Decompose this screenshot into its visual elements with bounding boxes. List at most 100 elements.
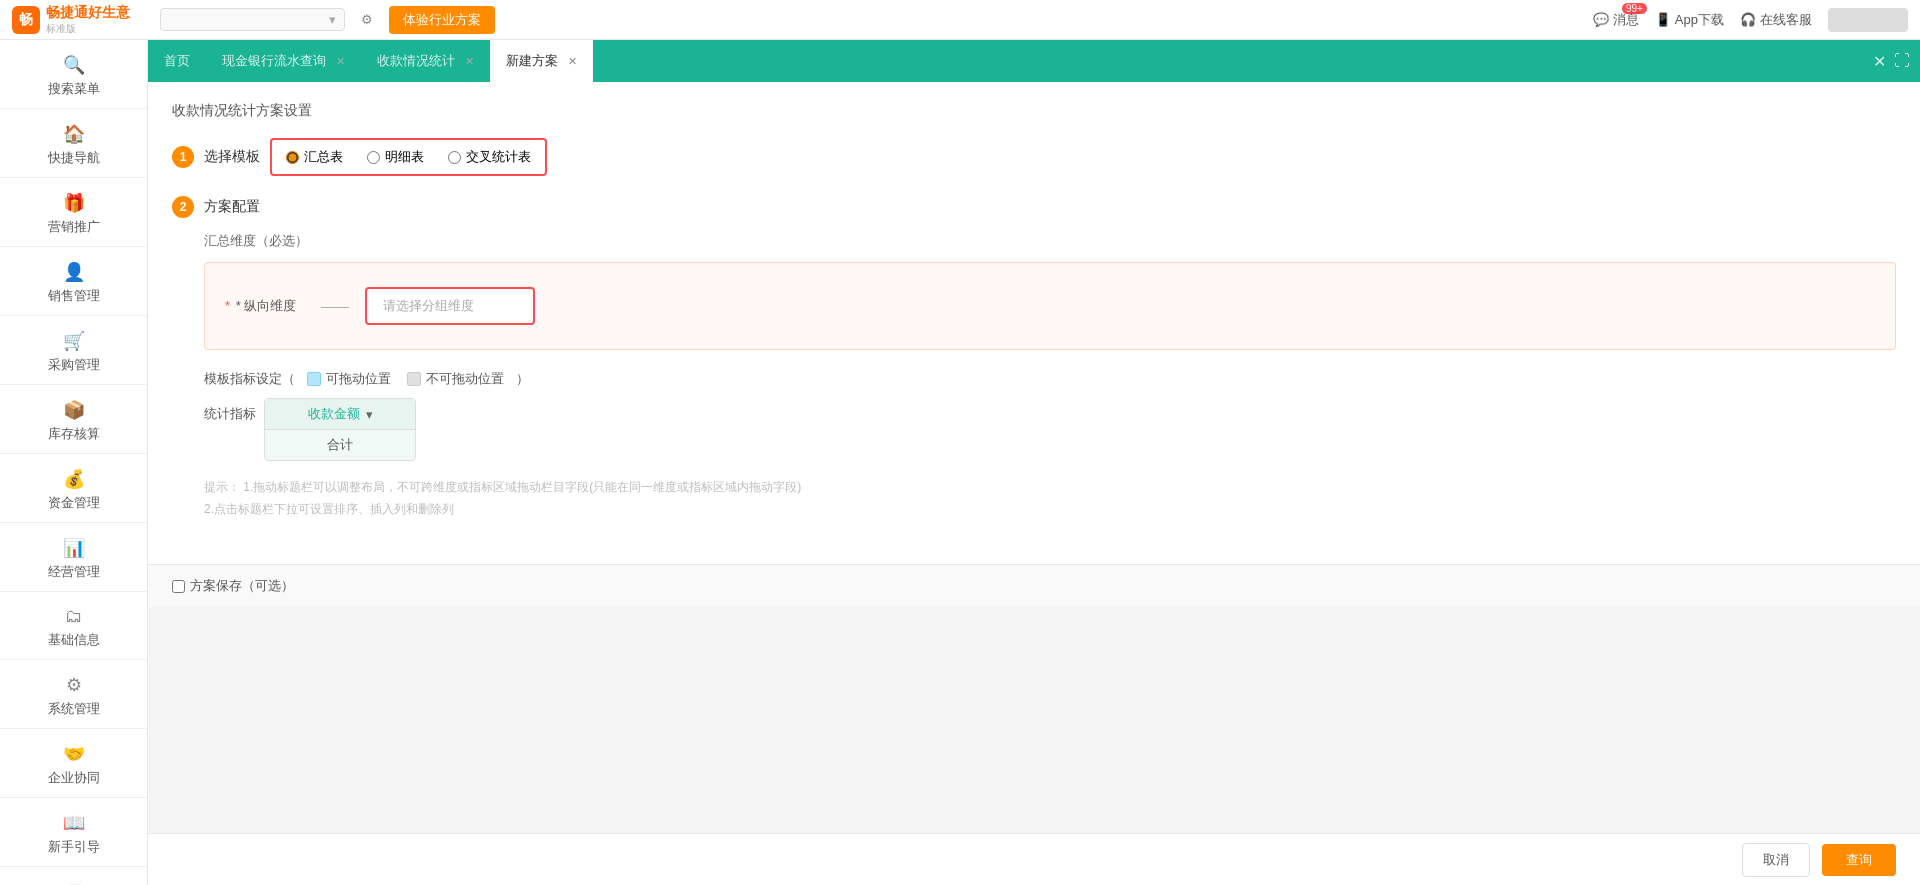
sidebar-item-purchase[interactable]: 🛒 采购管理 xyxy=(0,316,147,385)
close-window-icon[interactable]: ✕ xyxy=(1873,52,1886,71)
sidebar-item-inventory[interactable]: 📦 库存核算 xyxy=(0,385,147,454)
top-bar-right: 💬 消息 99+ 📱 App下载 🎧 在线客服 xyxy=(1593,8,1908,32)
indicator-section: 模板指标设定（ 可拖动位置 不可拖动位置 xyxy=(204,370,1896,461)
notification-button[interactable]: 💬 消息 99+ xyxy=(1593,11,1639,29)
content-area: 首页 现金银行流水查询 ✕ 收款情况统计 ✕ 新建方案 ✕ ✕ ⛶ xyxy=(148,40,1920,885)
form-card: 收款情况统计方案设置 1 选择模板 汇总表 xyxy=(148,82,1920,564)
tip-line-1: 提示： 1.拖动标题栏可以调整布局，不可跨维度或指标区域拖动栏目字段(只能在同一… xyxy=(204,477,1896,499)
inventory-icon: 📦 xyxy=(63,399,85,421)
basic-icon: 🗂 xyxy=(65,606,83,627)
hardware-icon: 🖥 xyxy=(65,881,83,885)
step2-badge: 2 xyxy=(172,196,194,218)
tab-bar: 首页 现金银行流水查询 ✕ 收款情况统计 ✕ 新建方案 ✕ ✕ ⛶ xyxy=(148,40,1920,82)
tab-cashflow[interactable]: 现金银行流水查询 ✕ xyxy=(206,40,361,82)
tab-newplan[interactable]: 新建方案 ✕ xyxy=(490,40,593,82)
notification-icon: 💬 xyxy=(1593,12,1609,27)
radio-jiaocha[interactable]: 交叉统计表 xyxy=(448,148,531,166)
save-plan-checkbox-label[interactable]: 方案保存（可选） xyxy=(172,577,294,595)
dimension-select[interactable]: 请选择分组维度 xyxy=(365,287,535,325)
home-icon: 🏠 xyxy=(63,123,85,145)
arrow-icon: —— xyxy=(321,298,349,314)
tab-bar-actions: ✕ ⛶ xyxy=(1863,40,1920,82)
radio-jiaocha-input[interactable] xyxy=(448,151,461,164)
gear-button[interactable]: ⚙ xyxy=(353,6,381,34)
query-button[interactable]: 查询 xyxy=(1822,844,1896,876)
search-box[interactable]: ▾ xyxy=(160,8,345,31)
trial-button[interactable]: 体验行业方案 xyxy=(389,6,495,34)
purchase-icon: 🛒 xyxy=(63,330,85,352)
sidebar-item-basic[interactable]: 🗂 基础信息 xyxy=(0,592,147,660)
step1-section: 1 选择模板 汇总表 明细表 xyxy=(172,138,1896,176)
management-icon: 📊 xyxy=(63,537,85,559)
sidebar-item-system[interactable]: ⚙ 系统管理 xyxy=(0,660,147,729)
maximize-icon[interactable]: ⛶ xyxy=(1894,52,1910,70)
indicator-header: 模板指标设定（ 可拖动位置 不可拖动位置 xyxy=(204,370,1896,388)
page-content: 收款情况统计方案设置 1 选择模板 汇总表 xyxy=(148,82,1920,833)
tip-line-2: 2.点击标题栏下拉可设置排序、插入列和删除列 xyxy=(204,499,1896,521)
sidebar-item-finance[interactable]: 💰 资金管理 xyxy=(0,454,147,523)
page-title: 收款情况统计方案设置 xyxy=(172,102,1896,120)
step1-header: 1 选择模板 汇总表 明细表 xyxy=(172,138,1896,176)
required-label: * * 纵向维度 xyxy=(225,297,305,315)
tab-close-cashflow[interactable]: ✕ xyxy=(336,55,345,68)
cooperation-icon: 🤝 xyxy=(63,743,85,765)
movable-dot xyxy=(307,372,321,386)
step1-badge: 1 xyxy=(172,146,194,168)
stats-label-col: 统计指标 xyxy=(204,398,264,461)
sidebar-item-hardware[interactable]: 🖥 智能硬件 xyxy=(0,867,147,885)
legend-movable: 可拖动位置 xyxy=(307,370,391,388)
radio-mingxi-input[interactable] xyxy=(367,151,380,164)
stats-table: 收款金额 ▾ 合计 xyxy=(264,398,416,461)
step1-label: 选择模板 xyxy=(204,148,260,166)
stats-header[interactable]: 收款金额 ▾ xyxy=(265,399,415,430)
step2-header: 2 方案配置 xyxy=(172,196,1896,218)
sidebar-item-marketing[interactable]: 🎁 营销推广 xyxy=(0,178,147,247)
search-area: ▾ ⚙ 体验行业方案 xyxy=(160,6,1593,34)
stats-total-row: 合计 xyxy=(265,430,415,460)
system-icon: ⚙ xyxy=(66,674,82,696)
dropdown-arrow-icon[interactable]: ▾ xyxy=(329,12,336,27)
search-icon: 🔍 xyxy=(63,54,85,76)
template-radio-group: 汇总表 明细表 交叉统计表 xyxy=(270,138,547,176)
service-button[interactable]: 🎧 在线客服 xyxy=(1740,11,1812,29)
service-icon: 🎧 xyxy=(1740,12,1756,27)
cancel-button[interactable]: 取消 xyxy=(1742,843,1810,877)
save-plan-checkbox[interactable] xyxy=(172,580,185,593)
logo-icon: 畅 xyxy=(12,6,40,34)
sidebar-item-quicknav[interactable]: 🏠 快捷导航 xyxy=(0,109,147,178)
logo-badge: 标准版 xyxy=(46,22,130,36)
tips-section: 提示： 1.拖动标题栏可以调整布局，不可跨维度或指标区域拖动栏目字段(只能在同一… xyxy=(204,477,1896,520)
sidebar-item-sales[interactable]: 👤 销售管理 xyxy=(0,247,147,316)
logo-area: 畅 畅捷通好生意 标准版 xyxy=(12,4,160,36)
marketing-icon: 🎁 xyxy=(63,192,85,214)
legend-fixed: 不可拖动位置 xyxy=(407,370,504,388)
guide-icon: 📖 xyxy=(63,812,85,834)
dropdown-indicator-icon[interactable]: ▾ xyxy=(366,407,373,422)
radio-huizong-input[interactable] xyxy=(286,151,299,164)
user-avatar[interactable] xyxy=(1828,8,1908,32)
sidebar-item-guide[interactable]: 📖 新手引导 xyxy=(0,798,147,867)
sidebar-item-management[interactable]: 📊 经营管理 xyxy=(0,523,147,592)
sidebar-item-cooperation[interactable]: 🤝 企业协同 xyxy=(0,729,147,798)
logo-text: 畅捷通好生意 xyxy=(46,4,130,22)
sidebar-item-search[interactable]: 🔍 搜索菜单 xyxy=(0,40,147,109)
dimension-row: * * 纵向维度 —— 请选择分组维度 xyxy=(225,287,1875,325)
radio-huizong[interactable]: 汇总表 xyxy=(286,148,343,166)
tab-home[interactable]: 首页 xyxy=(148,40,206,82)
required-star: * xyxy=(225,298,230,313)
footer-bar: 取消 查询 xyxy=(148,833,1920,885)
indicator-legend: 可拖动位置 不可拖动位置 xyxy=(307,370,504,388)
gear-icon: ⚙ xyxy=(361,12,373,27)
search-input[interactable] xyxy=(169,13,329,27)
download-icon: 📱 xyxy=(1655,12,1671,27)
finance-icon: 💰 xyxy=(63,468,85,490)
tab-collection[interactable]: 收款情况统计 ✕ xyxy=(361,40,490,82)
bottom-section: 方案保存（可选） xyxy=(148,564,1920,607)
download-button[interactable]: 📱 App下载 xyxy=(1655,11,1724,29)
tab-close-collection[interactable]: ✕ xyxy=(465,55,474,68)
stats-table-area: 统计指标 收款金额 ▾ 合计 xyxy=(204,398,1896,461)
stats-section-label: 统计指标 xyxy=(204,398,264,430)
step2-section: 2 方案配置 汇总维度（必选） * * 纵向维度 xyxy=(172,196,1896,520)
tab-close-newplan[interactable]: ✕ xyxy=(568,55,577,68)
radio-mingxi[interactable]: 明细表 xyxy=(367,148,424,166)
